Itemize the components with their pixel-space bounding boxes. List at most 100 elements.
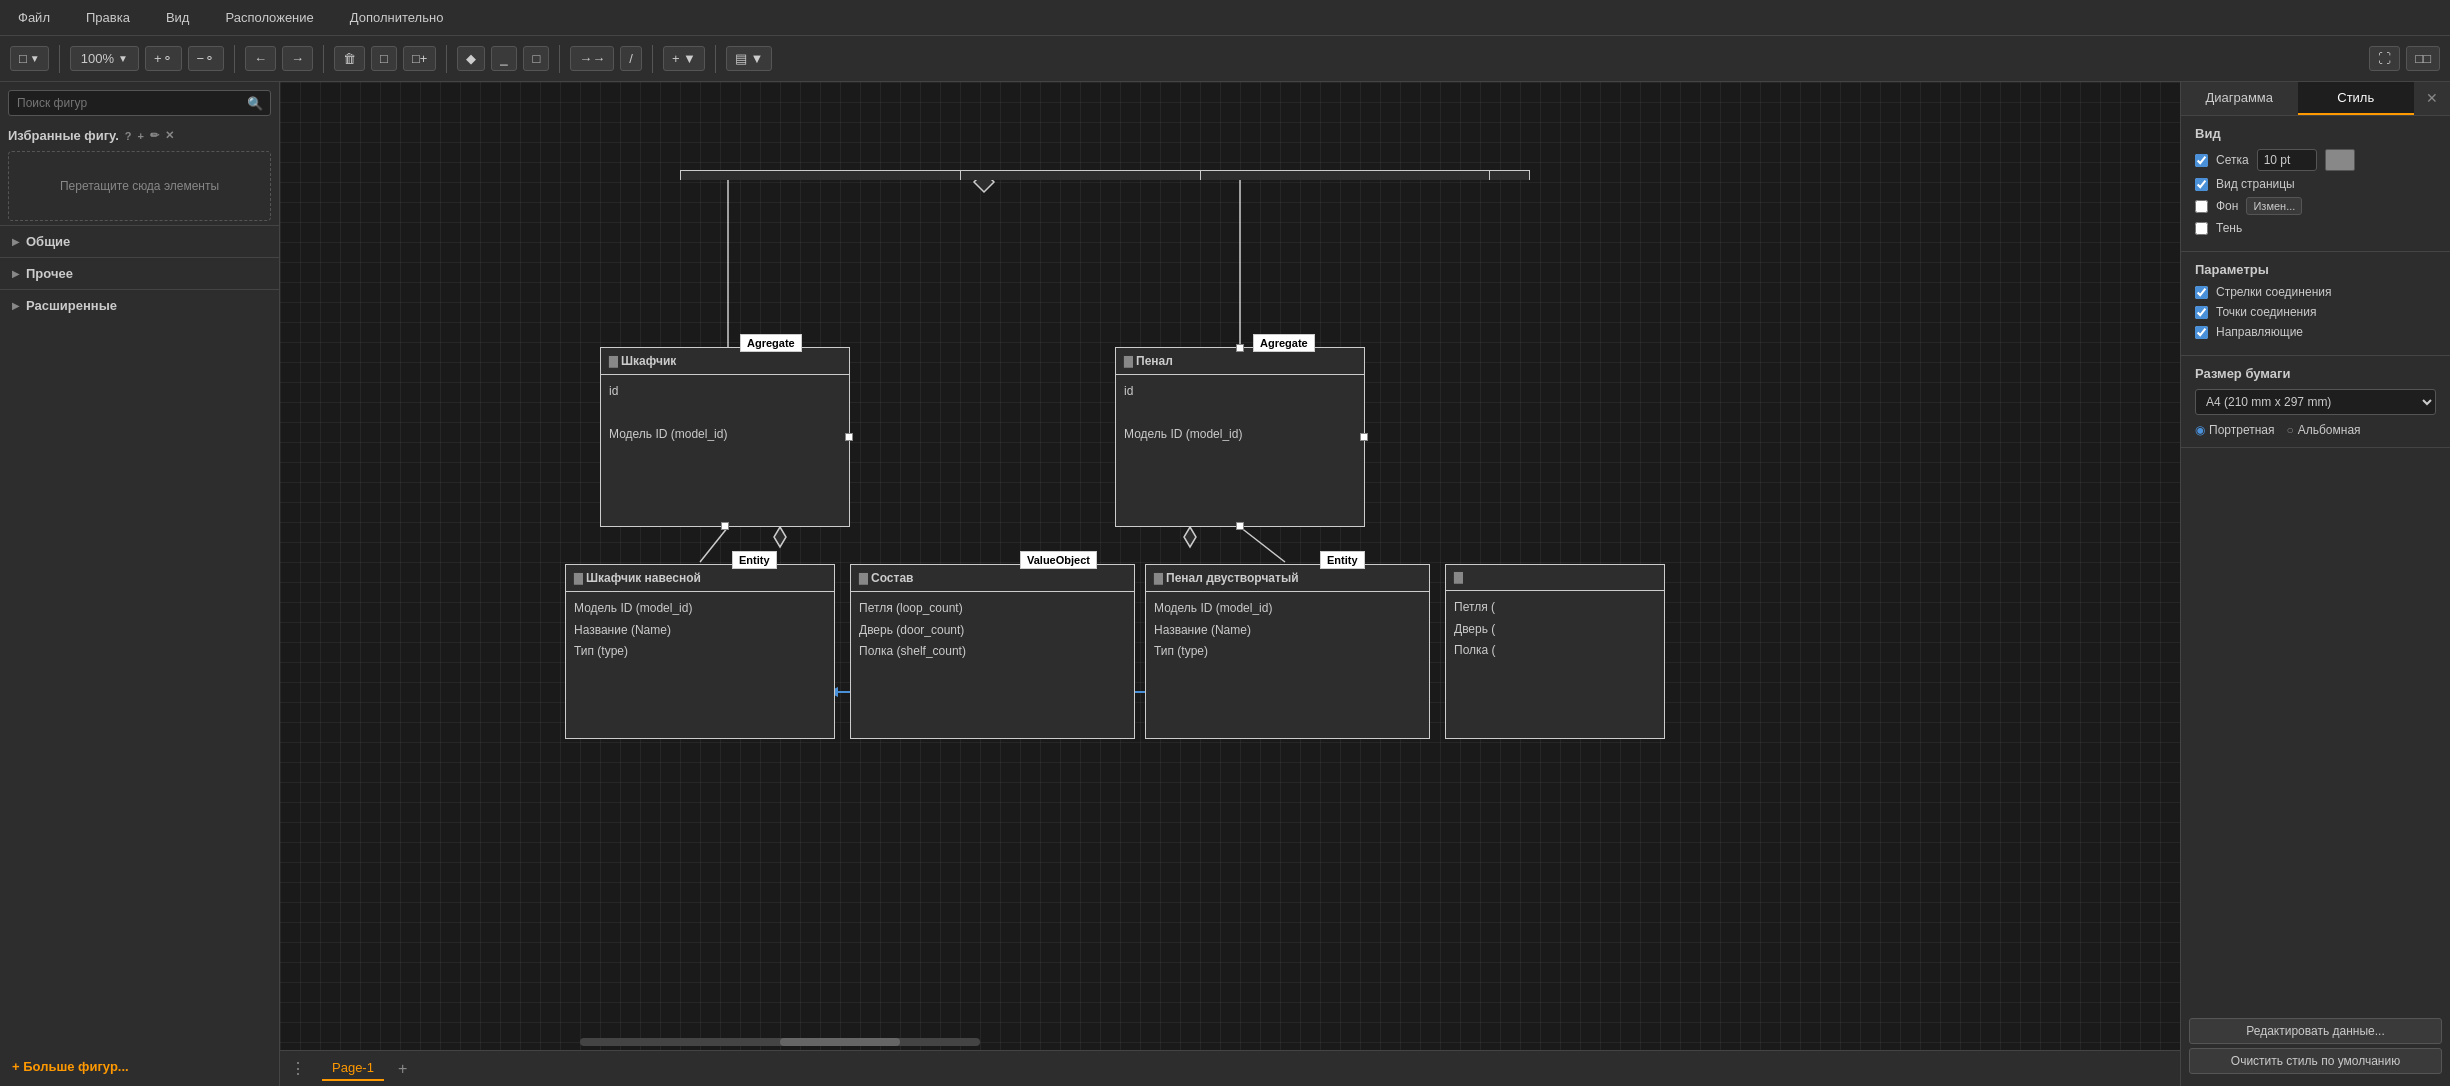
entity-nav-body: Модель ID (model_id) Название (Name) Тип… xyxy=(566,592,834,669)
entity-shkafchik[interactable]: ▇ Шкафчик id Модель ID (model_id) xyxy=(600,347,850,527)
zoom-out-button[interactable]: −⚬ xyxy=(188,46,225,71)
sostav-valueobject-label: ValueObject xyxy=(1020,551,1097,569)
entity-nav-header: ▇ Шкафчик навесной xyxy=(566,565,834,592)
landscape-option[interactable]: ○ Альбомная xyxy=(2286,423,2360,437)
penal-resize-handle-right[interactable] xyxy=(1360,433,1368,441)
fill-button[interactable]: ◆ xyxy=(457,46,485,71)
entity-sostav-header: ▇ Состав xyxy=(851,565,1134,592)
insert-button[interactable]: + ▼ xyxy=(663,46,705,71)
guides-checkbox[interactable] xyxy=(2195,326,2208,339)
page-tab-1[interactable]: Page-1 xyxy=(322,1056,384,1081)
grid-value-input[interactable] xyxy=(2257,149,2317,171)
entity-sostav[interactable]: ▇ Состав Петля (loop_count) Дверь (door_… xyxy=(850,564,1135,739)
paste-button[interactable]: □+ xyxy=(403,46,436,71)
tab-style[interactable]: Стиль xyxy=(2298,82,2415,115)
portrait-radio[interactable]: ◉ xyxy=(2195,423,2205,437)
menu-edit[interactable]: Правка xyxy=(78,6,138,29)
other-label: Прочее xyxy=(26,266,73,281)
menu-view[interactable]: Вид xyxy=(158,6,198,29)
penal-resize-handle-top[interactable] xyxy=(1236,344,1244,352)
paper-section: Размер бумаги A4 (210 mm x 297 mm) ◉ Пор… xyxy=(2181,356,2450,448)
shape-button[interactable]: □ xyxy=(523,46,549,71)
panel-close-button[interactable]: ✕ xyxy=(2414,82,2450,115)
grid-checkbox[interactable] xyxy=(2195,154,2208,167)
toolbar-separator-4 xyxy=(446,45,447,73)
clear-style-button[interactable]: Очистить стиль по умолчанию xyxy=(2189,1048,2442,1074)
sidebar-toggle-button[interactable]: □▼ xyxy=(10,46,49,71)
entity-penal-title: Пенал xyxy=(1136,354,1173,368)
horizontal-scrollbar[interactable] xyxy=(580,1038,980,1046)
connect-points-label: Точки соединения xyxy=(2216,305,2316,319)
waypoint-button[interactable]: / xyxy=(620,46,642,71)
right-field-2: Дверь ( xyxy=(1454,619,1656,641)
entity-penal-dvu[interactable]: ▇ Пенал двустворчатый Модель ID (model_i… xyxy=(1145,564,1430,739)
landscape-label: Альбомная xyxy=(2298,423,2361,437)
sostav-field-2: Дверь (door_count) xyxy=(859,620,1126,642)
connect-points-checkbox[interactable] xyxy=(2195,306,2208,319)
add-page-button[interactable]: + xyxy=(392,1058,413,1080)
entity-shkafchik-navesnoy[interactable]: ▇ Шкафчик навесной Модель ID (model_id) … xyxy=(565,564,835,739)
scrollbar-thumb[interactable] xyxy=(780,1038,900,1046)
fullscreen-button[interactable]: ⛶ xyxy=(2369,46,2400,71)
delete-button[interactable]: 🗑 xyxy=(334,46,365,71)
entity-penal[interactable]: ▇ Пенал id Модель ID (model_id) xyxy=(1115,347,1365,527)
entity-icon: ▇ xyxy=(609,355,617,368)
canvas-area[interactable]: ▇ Шкафчик id Модель ID (model_id) Agrega… xyxy=(280,82,2180,1086)
menu-file[interactable]: Файл xyxy=(10,6,58,29)
menu-extra[interactable]: Дополнительно xyxy=(342,6,452,29)
dvu-field-3: Тип (type) xyxy=(1154,641,1421,663)
bottom-bar: ⋮ Page-1 + xyxy=(280,1050,2180,1086)
entity-right-body: Петля ( Дверь ( Полка ( xyxy=(1446,591,1664,668)
shadow-checkbox[interactable] xyxy=(2195,222,2208,235)
page-menu-button[interactable]: ⋮ xyxy=(290,1059,306,1078)
field-separator xyxy=(609,403,841,425)
right-field-3: Полка ( xyxy=(1454,640,1656,662)
edit-favorite-icon[interactable]: ✏ xyxy=(150,129,159,142)
zoom-in-button[interactable]: +⚬ xyxy=(145,46,182,71)
params-section: Параметры Стрелки соединения Точки соеди… xyxy=(2181,252,2450,356)
edit-data-button[interactable]: Редактировать данные... xyxy=(2189,1018,2442,1044)
help-icon[interactable]: ? xyxy=(125,130,132,142)
paper-size-select[interactable]: A4 (210 mm x 297 mm) xyxy=(2195,389,2436,415)
orientation-row: ◉ Портретная ○ Альбомная xyxy=(2195,423,2436,437)
change-background-button[interactable]: Измен... xyxy=(2246,197,2302,215)
zoom-level[interactable]: 100% ▼ xyxy=(70,46,139,71)
menu-layout[interactable]: Расположение xyxy=(217,6,321,29)
search-input[interactable] xyxy=(8,90,271,116)
add-favorite-icon[interactable]: + xyxy=(138,130,144,142)
fit-page-button[interactable]: □□ xyxy=(2406,46,2440,71)
resize-handle-right[interactable] xyxy=(845,433,853,441)
landscape-radio[interactable]: ○ xyxy=(2286,423,2293,437)
add-shapes-button[interactable]: + Больше фигур... xyxy=(8,1055,271,1078)
connection-button[interactable]: →→ xyxy=(570,46,614,71)
advanced-arrow-icon: ▶ xyxy=(12,300,20,311)
sidebar-item-general[interactable]: ▶ Общие xyxy=(0,225,279,257)
portrait-option[interactable]: ◉ Портретная xyxy=(2195,423,2274,437)
grid-color-swatch[interactable] xyxy=(2325,149,2355,171)
toolbar-separator-5 xyxy=(559,45,560,73)
sidebar-item-advanced[interactable]: ▶ Расширенные xyxy=(0,289,279,321)
penal-field-sep xyxy=(1124,403,1356,425)
nav-field-1: Модель ID (model_id) xyxy=(574,598,826,620)
penal-resize-handle-bottom[interactable] xyxy=(1236,522,1244,530)
advanced-label: Расширенные xyxy=(26,298,117,313)
sidebar-item-other[interactable]: ▶ Прочее xyxy=(0,257,279,289)
entity-shkafchik-title: Шкафчик xyxy=(621,354,676,368)
background-checkbox[interactable] xyxy=(2195,200,2208,213)
redo-button[interactable]: → xyxy=(282,46,313,71)
view-section: Вид Сетка Вид страницы Фон Измен... Тень xyxy=(2181,116,2450,252)
entity-right-partial[interactable]: ▇ Петля ( Дверь ( Полка ( xyxy=(1445,564,1665,739)
line-color-button[interactable]: ⎯ xyxy=(491,46,517,71)
copy-button[interactable]: □ xyxy=(371,46,397,71)
close-favorite-icon[interactable]: ✕ xyxy=(165,129,174,142)
general-label: Общие xyxy=(26,234,70,249)
field-id: id xyxy=(609,381,841,403)
entity-icon-5: ▇ xyxy=(1154,572,1162,585)
tab-diagram[interactable]: Диаграмма xyxy=(2181,82,2298,115)
arrows-checkbox[interactable] xyxy=(2195,286,2208,299)
grid-button[interactable]: ▤ ▼ xyxy=(726,46,772,71)
page-view-checkbox[interactable] xyxy=(2195,178,2208,191)
resize-handle-bottom[interactable] xyxy=(721,522,729,530)
undo-button[interactable]: ← xyxy=(245,46,276,71)
page-view-row: Вид страницы xyxy=(2195,177,2436,191)
